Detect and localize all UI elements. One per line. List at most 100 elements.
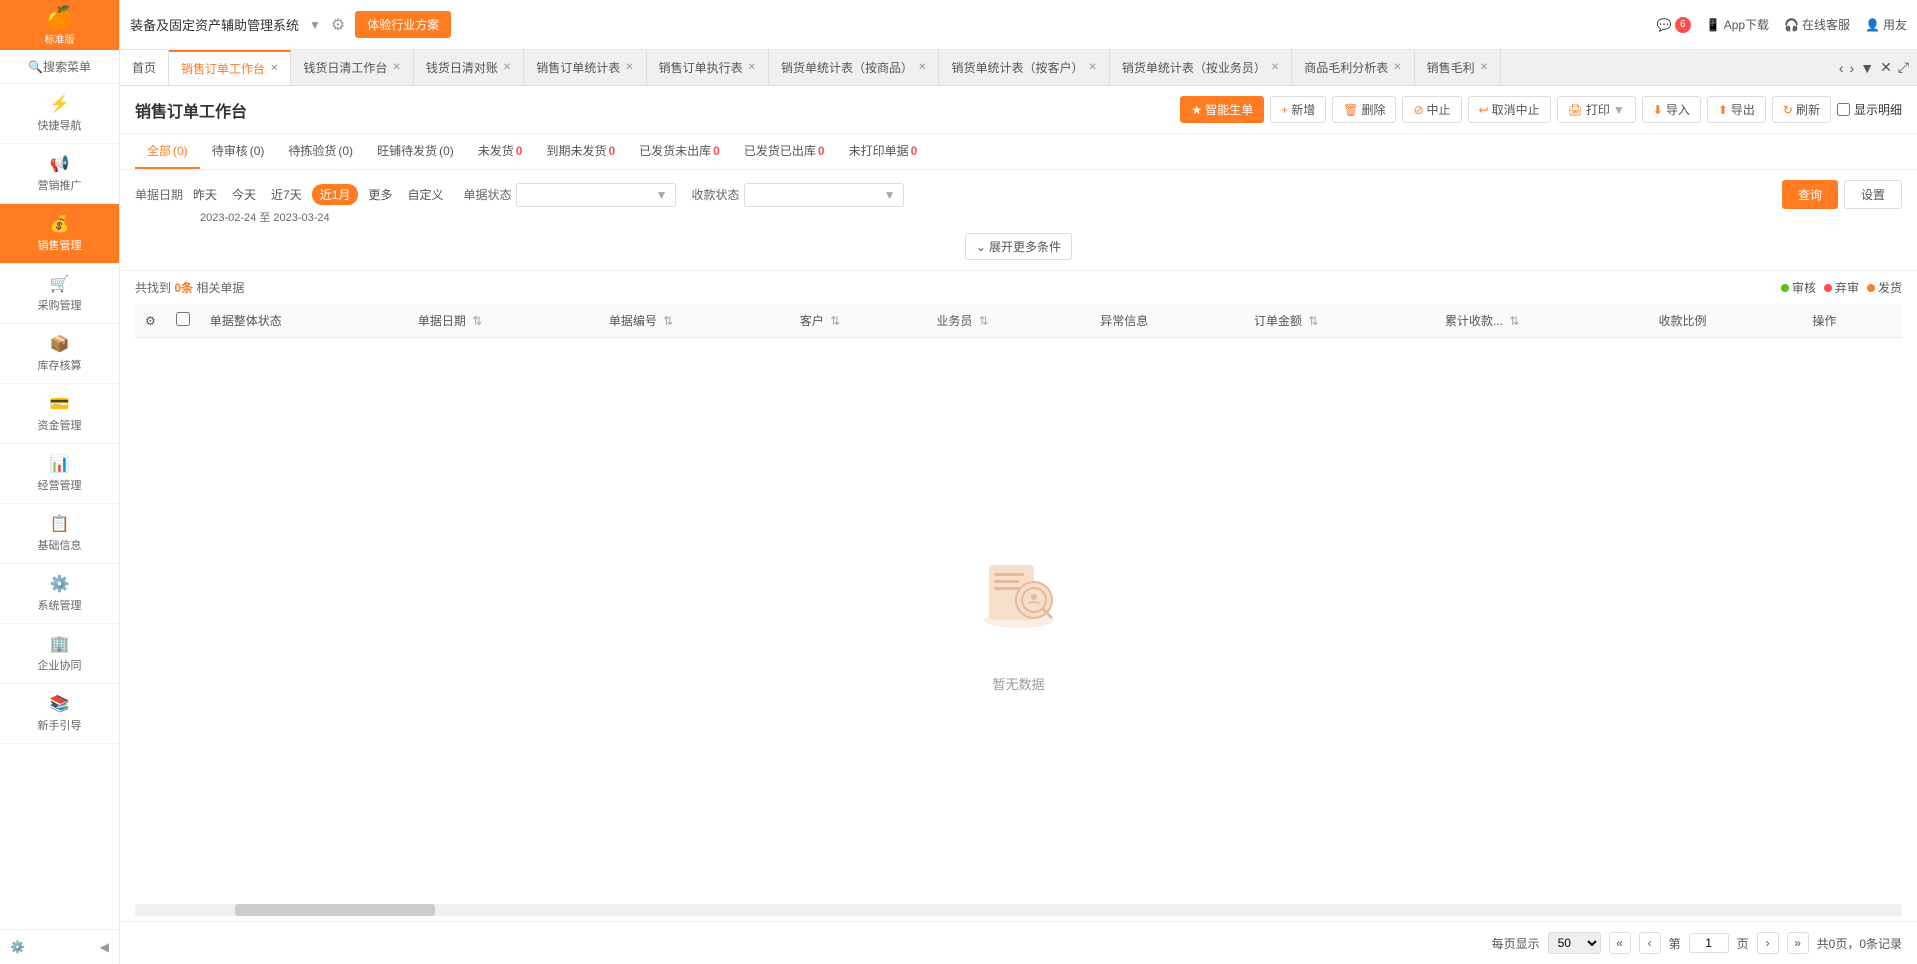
tab-gross-margin[interactable]: 商品毛利分析表 ✕ <box>1292 50 1414 86</box>
expand-filter-button[interactable]: ⌄ 展开更多条件 <box>965 233 1072 260</box>
delete-button[interactable]: 🗑 删除 <box>1332 96 1396 123</box>
setting-button[interactable]: 设置 <box>1844 180 1902 209</box>
tab-close-icon[interactable]: ✕ <box>270 63 278 74</box>
subtab-no-print[interactable]: 未打印单据0 <box>837 134 930 169</box>
sidebar-item-inventory[interactable]: 📦 库存核算 <box>0 324 119 384</box>
tab-close-icon[interactable]: ✕ <box>1088 62 1096 73</box>
prev-page-button[interactable]: ‹ <box>1639 932 1661 954</box>
subtab-shipped-out[interactable]: 已发货已出库0 <box>732 134 837 169</box>
audit-action-button[interactable]: 审核 <box>1781 279 1816 296</box>
sidebar-item-marketing[interactable]: 📢 营销推广 <box>0 144 119 204</box>
tabs-more-icon[interactable]: ▼ <box>1857 60 1877 76</box>
tab-sales-profit[interactable]: 销售毛利 ✕ <box>1415 50 1501 86</box>
sidebar-item-system[interactable]: ⚙️ 系统管理 <box>0 564 119 624</box>
subtab-pending-check[interactable]: 待拣验货(0) <box>276 134 365 169</box>
tab-close-icon[interactable]: ✕ <box>392 62 400 73</box>
tab-close-icon[interactable]: ✕ <box>503 62 511 73</box>
subtab-shipped-no-out[interactable]: 已发货未出库0 <box>627 134 732 169</box>
app-download-button[interactable]: 📱 App下载 <box>1706 16 1769 33</box>
tab-sales-stats-cust[interactable]: 销货单统计表（按客户） ✕ <box>939 50 1109 86</box>
query-button[interactable]: 查询 <box>1782 180 1838 209</box>
industry-solution-button[interactable]: 体验行业方案 <box>355 11 451 38</box>
settings-gear-icon[interactable]: ⚙ <box>331 15 345 35</box>
subtab-overdue-no-ship[interactable]: 到期未发货0 <box>534 134 627 169</box>
subtab-no-ship[interactable]: 未发货0 <box>466 134 535 169</box>
online-service-button[interactable]: 🎧 在线客服 <box>1784 16 1850 33</box>
settings-icon[interactable]: ⚙️ <box>10 940 25 954</box>
sidebar-item-search[interactable]: 🔍 搜索菜单 <box>0 50 119 84</box>
payment-select[interactable]: ▼ <box>744 183 904 207</box>
sidebar-item-base[interactable]: 📋 基础信息 <box>0 504 119 564</box>
scroll-thumb[interactable] <box>235 904 435 916</box>
tab-sales-stats-prod[interactable]: 销货单统计表（按商品） ✕ <box>769 50 939 86</box>
tabs-scroll-right-icon[interactable]: › <box>1847 60 1858 76</box>
user-menu[interactable]: 👤 用友 <box>1865 16 1907 33</box>
tab-cash-reconcile[interactable]: 钱货日清对账 ✕ <box>414 50 524 86</box>
horizontal-scrollbar[interactable] <box>135 904 1902 916</box>
message-button[interactable]: 💬 6 <box>1657 17 1691 33</box>
tab-cash-daily[interactable]: 钱货日清工作台 ✕ <box>291 50 413 86</box>
date-last1m[interactable]: 近1月 <box>312 184 359 205</box>
sidebar-item-operation[interactable]: 📊 经营管理 <box>0 444 119 504</box>
tab-sales-stats[interactable]: 销售订单统计表 ✕ <box>524 50 646 86</box>
sidebar-item-sales[interactable]: 💰 销售管理 <box>0 204 119 264</box>
sidebar-item-enterprise[interactable]: 🏢 企业协同 <box>0 624 119 684</box>
date-custom[interactable]: 自定义 <box>402 184 448 205</box>
tab-close-all-icon[interactable]: ✕ <box>1877 59 1895 76</box>
tab-close-icon[interactable]: ✕ <box>918 62 926 73</box>
export-button[interactable]: ⬆ 导出 <box>1707 96 1766 123</box>
refresh-button[interactable]: ↻ 刷新 <box>1772 96 1831 123</box>
first-page-button[interactable]: « <box>1609 932 1631 954</box>
tab-sales-stats-staff[interactable]: 销货单统计表（按业务员） ✕ <box>1110 50 1292 86</box>
date-last7[interactable]: 近7天 <box>266 184 307 205</box>
th-number[interactable]: 单据编号 ⇅ <box>599 304 790 338</box>
sidebar-item-purchase[interactable]: 🛒 采购管理 <box>0 264 119 324</box>
stop-button[interactable]: ⊘ 中止 <box>1402 96 1461 123</box>
page-number-input[interactable] <box>1689 933 1729 953</box>
subtab-pending[interactable]: 待审核(0) <box>200 134 277 169</box>
import-button[interactable]: ⬇ 导入 <box>1642 96 1701 123</box>
subtab-wangpu[interactable]: 旺铺待发货(0) <box>365 134 466 169</box>
last-page-button[interactable]: » <box>1787 932 1809 954</box>
smart-create-button[interactable]: ★ 智能生单 <box>1180 96 1264 123</box>
next-page-button[interactable]: › <box>1757 932 1779 954</box>
th-staff[interactable]: 业务员 ⇅ <box>926 304 1090 338</box>
select-all-checkbox[interactable] <box>176 312 190 326</box>
tabs-scroll-left-icon[interactable]: ‹ <box>1836 60 1847 76</box>
date-today[interactable]: 今天 <box>227 184 261 205</box>
show-detail-checkbox[interactable] <box>1837 103 1850 116</box>
collapse-icon[interactable]: ◀ <box>100 940 109 954</box>
sidebar-item-quick[interactable]: ⚡ 快捷导航 <box>0 84 119 144</box>
th-collected[interactable]: 累计收款... ⇅ <box>1435 304 1649 338</box>
tab-home[interactable]: 首页 <box>120 50 169 86</box>
add-button[interactable]: + 新增 <box>1270 96 1326 123</box>
date-more[interactable]: 更多 <box>363 184 397 205</box>
date-yesterday[interactable]: 昨天 <box>188 184 222 205</box>
subtab-all[interactable]: 全部(0) <box>135 134 200 169</box>
revoke-action-button[interactable]: 弃审 <box>1824 279 1859 296</box>
tab-maximize-icon[interactable]: ⤢ <box>1895 59 1912 76</box>
tab-close-icon[interactable]: ✕ <box>1393 62 1401 73</box>
print-button[interactable]: 🖨 打印 ▼ <box>1557 96 1636 123</box>
dropdown-arrow-icon[interactable]: ▼ <box>309 18 321 32</box>
th-customer[interactable]: 客户 ⇅ <box>790 304 927 338</box>
column-settings-icon[interactable]: ⚙ <box>145 314 156 328</box>
sidebar-item-newbie[interactable]: 📚 新手引导 <box>0 684 119 744</box>
per-page-select[interactable]: 10 20 50 100 <box>1548 932 1601 954</box>
tab-close-icon[interactable]: ✕ <box>1271 62 1279 73</box>
tab-label: 销售毛利 <box>1427 59 1475 76</box>
th-date[interactable]: 单据日期 ⇅ <box>408 304 599 338</box>
cancel-stop-button[interactable]: ↩ 取消中止 <box>1468 96 1551 123</box>
sidebar-item-finance[interactable]: 💳 资金管理 <box>0 384 119 444</box>
show-detail-toggle[interactable]: 显示明细 <box>1837 101 1902 118</box>
tab-close-icon[interactable]: ✕ <box>625 62 633 73</box>
th-amount[interactable]: 订单金额 ⇅ <box>1244 304 1435 338</box>
status-select[interactable]: ▼ <box>516 183 676 207</box>
ship-action-button[interactable]: 发货 <box>1867 279 1902 296</box>
tab-close-icon[interactable]: ✕ <box>1480 62 1488 73</box>
tab-sales-exec[interactable]: 销售订单执行表 ✕ <box>647 50 769 86</box>
tab-sales-order[interactable]: 销售订单工作台 ✕ <box>169 50 291 86</box>
tab-close-icon[interactable]: ✕ <box>748 62 756 73</box>
subtab-pending-check-label: 待拣验货 <box>288 144 336 158</box>
th-settings[interactable]: ⚙ <box>135 304 166 338</box>
